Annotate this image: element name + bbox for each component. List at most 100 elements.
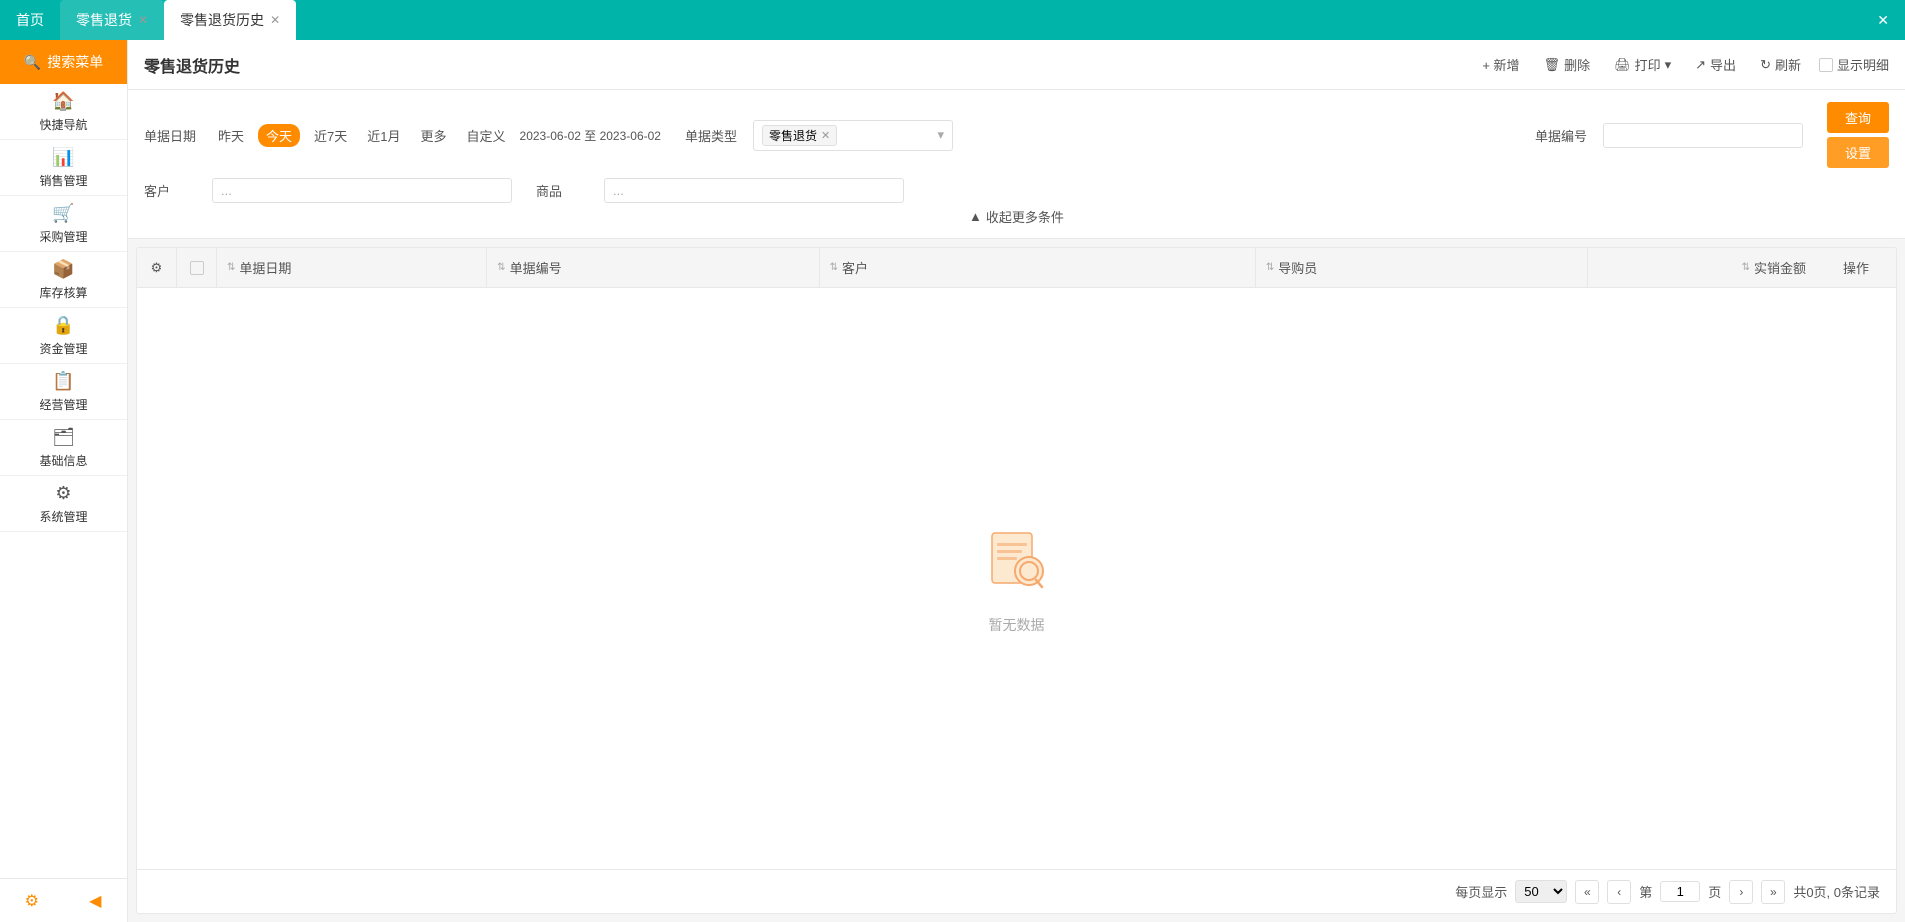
empty-state: 暂无数据 bbox=[137, 288, 1896, 869]
th-checkbox[interactable] bbox=[177, 248, 217, 287]
new-button[interactable]: + 新增 bbox=[1476, 51, 1525, 78]
purchase-icon: 🛒 bbox=[52, 203, 74, 224]
first-page-icon: « bbox=[1584, 885, 1591, 899]
customer-input[interactable]: ... bbox=[212, 178, 512, 203]
sidebar-item-ops-mgmt[interactable]: 📋 经营管理 bbox=[0, 364, 127, 420]
page-size-select[interactable]: 50 10 20 100 bbox=[1515, 880, 1567, 903]
date-options: 昨天 今天 近7天 近1月 更多 自定义 bbox=[212, 124, 512, 147]
filter-row-1: 单据日期 昨天 今天 近7天 近1月 更多 自定义 2023-06-02 至 2… bbox=[144, 102, 1889, 168]
th-bill-no[interactable]: ⇅ 单据编号 bbox=[487, 248, 819, 287]
page-number-input[interactable] bbox=[1660, 881, 1700, 902]
collapse-up-icon: ▲ bbox=[969, 209, 982, 224]
customer-label: 客户 bbox=[144, 181, 204, 200]
print-button[interactable]: 🖨 打印 ▾ bbox=[1608, 51, 1677, 78]
date-opt-more[interactable]: 更多 bbox=[415, 124, 453, 147]
sidebar-item-basic-info[interactable]: 🗂 基础信息 bbox=[0, 420, 127, 476]
refresh-button[interactable]: ↻ 刷新 bbox=[1754, 51, 1807, 78]
pagination: 每页显示 50 10 20 100 « ‹ 第 页 › bbox=[137, 869, 1896, 913]
th-guide[interactable]: ⇅ 导购员 bbox=[1256, 248, 1588, 287]
th-date-label: 单据日期 bbox=[239, 258, 291, 277]
close-tab-retail-return-history[interactable]: ✕ bbox=[270, 13, 280, 27]
prev-page-btn[interactable]: ‹ bbox=[1607, 880, 1631, 904]
th-date[interactable]: ⇅ 单据日期 bbox=[217, 248, 487, 287]
date-opt-today[interactable]: 今天 bbox=[258, 124, 300, 147]
table-header: ⚙ ⇅ 单据日期 ⇅ 单据编号 ⇅ 客户 ⇅ bbox=[137, 248, 1896, 288]
tab-retail-return[interactable]: 零售退货 ✕ bbox=[60, 0, 164, 40]
sales-icon: 📊 bbox=[52, 147, 74, 168]
goods-label: 商品 bbox=[536, 181, 596, 200]
sidebar-item-label: 系统管理 bbox=[39, 508, 87, 525]
first-page-btn[interactable]: « bbox=[1575, 880, 1599, 904]
content: 零售退货历史 + 新增 🗑 删除 🖨 打印 ▾ ↗ 导出 bbox=[128, 40, 1905, 922]
th-checkbox-icon bbox=[190, 261, 204, 275]
date-opt-yesterday[interactable]: 昨天 bbox=[212, 124, 250, 147]
th-date-sort-icon: ⇅ bbox=[227, 262, 235, 273]
last-page-btn[interactable]: » bbox=[1761, 880, 1785, 904]
main-layout: 🔍 搜索菜单 🏠 快捷导航 📊 销售管理 🛒 采购管理 📦 库存核算 🔒 资金管… bbox=[0, 40, 1905, 922]
th-amount[interactable]: ⇅ 实销金额 bbox=[1588, 248, 1816, 287]
refresh-button-label: 刷新 bbox=[1775, 55, 1801, 74]
search-icon: 🔍 bbox=[24, 54, 41, 71]
bill-no-input[interactable] bbox=[1603, 123, 1803, 148]
print-icon: 🖨 bbox=[1614, 57, 1631, 73]
top-bar-close[interactable]: ✕ bbox=[1877, 12, 1905, 29]
th-guide-sort-icon: ⇅ bbox=[1266, 262, 1274, 273]
ops-icon: 📋 bbox=[52, 371, 74, 392]
sidebar-item-inventory[interactable]: 📦 库存核算 bbox=[0, 252, 127, 308]
th-customer[interactable]: ⇅ 客户 bbox=[820, 248, 1256, 287]
th-action: 操作 bbox=[1816, 248, 1896, 287]
tab-home[interactable]: 首页 bbox=[0, 0, 60, 40]
finance-icon: 🔒 bbox=[52, 315, 74, 336]
settings-bottom-btn[interactable]: ⚙ bbox=[0, 879, 64, 922]
close-tab-retail-return[interactable]: ✕ bbox=[138, 13, 148, 27]
sidebar-item-label: 资金管理 bbox=[39, 340, 87, 357]
bill-type-select[interactable]: 零售退货 ✕ ▾ bbox=[753, 120, 953, 151]
toggle-sidebar-btn[interactable]: ◀ bbox=[64, 879, 128, 922]
sidebar: 🔍 搜索菜单 🏠 快捷导航 📊 销售管理 🛒 采购管理 📦 库存核算 🔒 资金管… bbox=[0, 40, 128, 922]
empty-illustration bbox=[977, 523, 1057, 603]
date-opt-last7[interactable]: 近7天 bbox=[308, 124, 353, 147]
goods-filter: 商品 ... bbox=[536, 178, 904, 203]
sidebar-item-sys-mgmt[interactable]: ⚙ 系统管理 bbox=[0, 476, 127, 532]
settings-query-button[interactable]: 设置 bbox=[1827, 137, 1889, 168]
top-bar: 首页 零售退货 ✕ 零售退货历史 ✕ ✕ bbox=[0, 0, 1905, 40]
sidebar-item-purchase-mgmt[interactable]: 🛒 采购管理 bbox=[0, 196, 127, 252]
sidebar-item-label: 经营管理 bbox=[39, 396, 87, 413]
bill-type-dropdown-icon: ▾ bbox=[937, 127, 944, 143]
print-arrow-icon: ▾ bbox=[1665, 57, 1672, 73]
bill-type-label: 单据类型 bbox=[685, 126, 745, 145]
page-size-label: 每页显示 bbox=[1455, 882, 1507, 901]
quick-nav-icon: 🏠 bbox=[52, 91, 74, 112]
sidebar-item-label: 采购管理 bbox=[39, 228, 87, 245]
bill-type-tag: 零售退货 ✕ bbox=[762, 125, 837, 146]
goods-input[interactable]: ... bbox=[604, 178, 904, 203]
query-button[interactable]: 查询 bbox=[1827, 102, 1889, 133]
sidebar-item-sales-mgmt[interactable]: 📊 销售管理 bbox=[0, 140, 127, 196]
export-button[interactable]: ↗ 导出 bbox=[1689, 51, 1742, 78]
tab-retail-return-history[interactable]: 零售退货历史 ✕ bbox=[164, 0, 296, 40]
th-amount-sort-icon: ⇅ bbox=[1742, 262, 1750, 273]
show-detail-checkbox[interactable]: 显示明细 bbox=[1819, 55, 1889, 74]
date-opt-custom[interactable]: 自定义 bbox=[461, 124, 512, 147]
delete-icon: 🗑 bbox=[1544, 57, 1561, 73]
customer-filter: 客户 ... bbox=[144, 178, 512, 203]
sidebar-item-quick-nav[interactable]: 🏠 快捷导航 bbox=[0, 84, 127, 140]
sidebar-item-finance[interactable]: 🔒 资金管理 bbox=[0, 308, 127, 364]
page-unit: 页 bbox=[1708, 882, 1721, 901]
bill-type-filter: 单据类型 零售退货 ✕ ▾ bbox=[685, 120, 1511, 151]
bill-type-tag-close[interactable]: ✕ bbox=[821, 129, 830, 142]
empty-text: 暂无数据 bbox=[989, 615, 1045, 635]
date-opt-last-month[interactable]: 近1月 bbox=[361, 124, 406, 147]
next-page-btn[interactable]: › bbox=[1729, 880, 1753, 904]
delete-button[interactable]: 🗑 删除 bbox=[1538, 51, 1597, 78]
sys-icon: ⚙ bbox=[55, 483, 71, 504]
settings-bottom-icon: ⚙ bbox=[25, 891, 39, 911]
collapse-btn[interactable]: ▲ 收起更多条件 bbox=[144, 207, 1889, 226]
sidebar-search[interactable]: 🔍 搜索菜单 bbox=[0, 40, 127, 84]
toolbar: + 新增 🗑 删除 🖨 打印 ▾ ↗ 导出 ↻ 刷新 bbox=[1476, 51, 1889, 78]
collapse-label: 收起更多条件 bbox=[986, 207, 1064, 226]
customer-placeholder: ... bbox=[221, 183, 232, 198]
tab-retail-return-label: 零售退货 bbox=[76, 10, 132, 30]
tab-home-label: 首页 bbox=[16, 10, 44, 30]
th-settings[interactable]: ⚙ bbox=[137, 248, 177, 287]
